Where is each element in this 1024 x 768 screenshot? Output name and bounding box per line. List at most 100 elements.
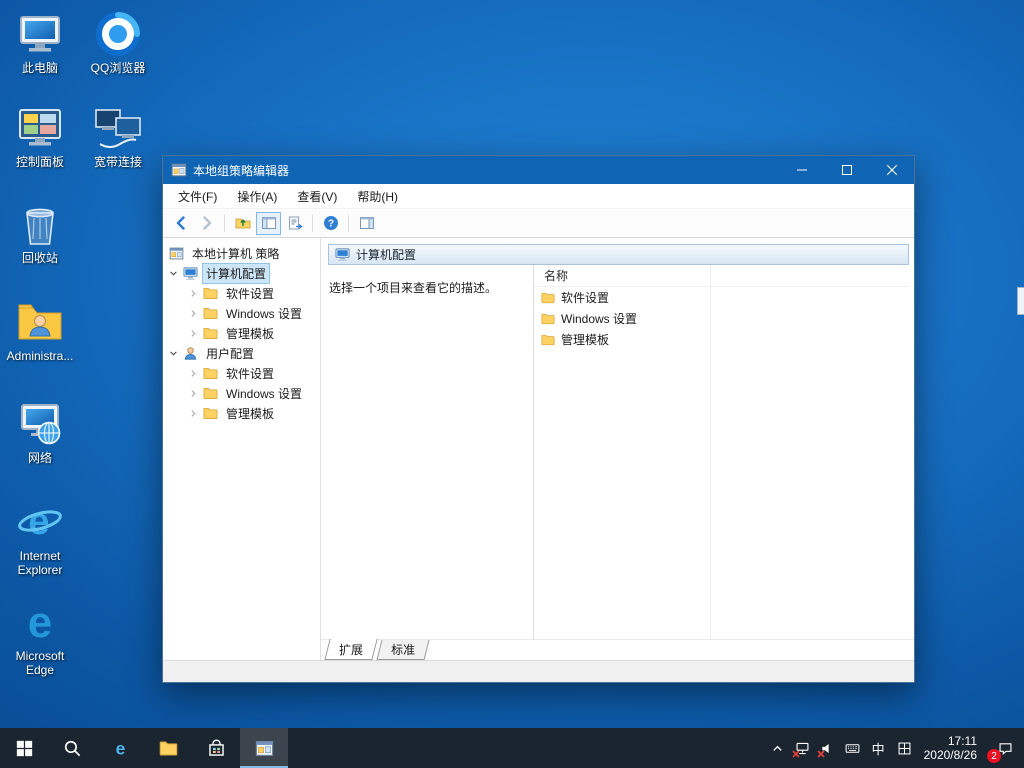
list-item-windows-settings[interactable]: Windows 设置	[534, 308, 909, 329]
hidden-icons-button[interactable]	[765, 728, 790, 768]
folder-icon	[541, 312, 555, 326]
edge-icon	[16, 598, 64, 646]
minimize-button[interactable]	[779, 156, 824, 184]
desktop-icon-network[interactable]: 网络	[2, 400, 78, 465]
user-folder-icon	[16, 298, 64, 346]
gpedit-app-icon	[171, 162, 187, 178]
folder-icon	[203, 386, 218, 401]
taskbar-file-explorer-button[interactable]	[144, 728, 192, 768]
desktop-icon-control-panel[interactable]: 控制面板	[2, 104, 78, 169]
items-list: 名称 软件设置 Windows 设置 管理模板	[534, 265, 909, 639]
desktop-icon-label: Administra...	[2, 349, 78, 363]
up-level-button[interactable]	[230, 212, 255, 235]
search-icon	[63, 739, 82, 758]
desktop-icon-this-pc[interactable]: 此电脑	[2, 10, 78, 75]
computer-config-icon	[183, 266, 198, 281]
network-icon	[16, 400, 64, 448]
tray-volume-button[interactable]	[815, 728, 840, 768]
tree-item-user-windows-settings[interactable]: Windows 设置	[163, 383, 320, 403]
tree-item-software-settings[interactable]: 软件设置	[163, 283, 320, 303]
tree-item-label: Windows 设置	[222, 303, 306, 324]
desktop-icon-qq-browser[interactable]: QQ浏览器	[80, 10, 156, 75]
result-pane: 计算机配置 选择一个项目来查看它的描述。 名称 软件设置	[321, 238, 914, 660]
chevron-right-icon[interactable]	[187, 387, 200, 400]
tab-standard[interactable]: 标准	[377, 640, 430, 660]
desktop-icon-recycle-bin[interactable]: 回收站	[2, 200, 78, 265]
close-button[interactable]	[869, 156, 914, 184]
ime-mode-indicator[interactable]: 中	[865, 728, 892, 768]
folder-icon	[203, 286, 218, 301]
tree-item-user-config[interactable]: 用户配置	[163, 343, 320, 363]
help-button[interactable]	[318, 212, 343, 235]
show-console-tree-button[interactable]	[256, 212, 281, 235]
taskbar-search-button[interactable]	[48, 728, 96, 768]
tree-item-computer-config[interactable]: 计算机配置	[163, 263, 320, 283]
keyboard-icon	[845, 741, 860, 756]
this-pc-icon	[16, 10, 64, 58]
export-list-button[interactable]	[282, 212, 307, 235]
help-icon	[323, 215, 339, 231]
tree-item-windows-settings[interactable]: Windows 设置	[163, 303, 320, 323]
console-root-icon	[169, 246, 184, 261]
list-item-software-settings[interactable]: 软件设置	[534, 287, 909, 308]
taskbar-gpedit-button[interactable]	[240, 728, 288, 768]
folder-icon	[203, 366, 218, 381]
taskbar-clock[interactable]: 17:11 2020/8/26	[917, 734, 986, 762]
folder-icon	[159, 739, 178, 758]
ime-toolbar-button[interactable]	[892, 728, 917, 768]
disconnected-x-icon	[792, 750, 800, 758]
tray-network-button[interactable]	[790, 728, 815, 768]
list-item-label: 软件设置	[561, 289, 609, 306]
chevron-right-icon[interactable]	[187, 307, 200, 320]
show-action-pane-button[interactable]	[354, 212, 379, 235]
forward-button[interactable]	[194, 212, 219, 235]
desktop-icon-administrator-folder[interactable]: Administra...	[2, 298, 78, 363]
tree-item-local-computer-policy[interactable]: 本地计算机 策略	[163, 243, 320, 263]
touch-keyboard-button[interactable]	[840, 728, 865, 768]
result-pane-content: 选择一个项目来查看它的描述。 名称 软件设置 Windows 设置	[328, 265, 909, 639]
back-button[interactable]	[168, 212, 193, 235]
taskbar-store-button[interactable]	[192, 728, 240, 768]
desktop-icon-label: 此电脑	[2, 61, 78, 75]
desktop-icon-broadband[interactable]: 宽带连接	[80, 104, 156, 169]
menu-bar: 文件(F) 操作(A) 查看(V) 帮助(H)	[163, 184, 914, 209]
tree-item-label: 计算机配置	[202, 263, 270, 284]
folder-icon	[203, 406, 218, 421]
chevron-right-icon[interactable]	[187, 287, 200, 300]
maximize-button[interactable]	[824, 156, 869, 184]
desktop-icon-microsoft-edge[interactable]: Microsoft Edge	[2, 598, 78, 677]
tree-item-user-admin-templates[interactable]: 管理模板	[163, 403, 320, 423]
chevron-down-icon[interactable]	[167, 267, 180, 280]
muted-x-icon	[817, 750, 825, 758]
taskbar-edge-button[interactable]	[96, 728, 144, 768]
menu-view[interactable]: 查看(V)	[287, 185, 347, 208]
grid-icon	[897, 741, 912, 756]
chevron-right-icon[interactable]	[187, 367, 200, 380]
chevron-right-icon[interactable]	[187, 407, 200, 420]
menu-file[interactable]: 文件(F)	[168, 185, 227, 208]
tree-item-label: 管理模板	[222, 403, 278, 424]
tree-item-admin-templates[interactable]: 管理模板	[163, 323, 320, 343]
notification-center-button[interactable]: 2	[986, 728, 1024, 768]
tree-item-user-software-settings[interactable]: 软件设置	[163, 363, 320, 383]
menu-help[interactable]: 帮助(H)	[347, 185, 408, 208]
name-column-header[interactable]: 名称	[534, 265, 909, 287]
start-button[interactable]	[0, 728, 48, 768]
tree-item-label: 软件设置	[222, 363, 278, 384]
broadband-icon	[94, 104, 142, 152]
chevron-down-icon[interactable]	[167, 347, 180, 360]
window-titlebar[interactable]: 本地组策略编辑器	[163, 156, 914, 184]
notification-badge: 2	[987, 749, 1001, 763]
desktop-icon-internet-explorer[interactable]: Internet Explorer	[2, 498, 78, 577]
maximize-icon	[842, 165, 852, 175]
folder-icon	[203, 326, 218, 341]
taskbar-apps	[0, 728, 288, 768]
list-item-label: Windows 设置	[561, 310, 637, 327]
computer-config-icon	[335, 247, 350, 262]
window-title: 本地组策略编辑器	[193, 162, 779, 179]
tab-extended[interactable]: 扩展	[324, 639, 377, 660]
description-hint: 选择一个项目来查看它的描述。	[329, 281, 497, 295]
list-item-admin-templates[interactable]: 管理模板	[534, 329, 909, 350]
chevron-right-icon[interactable]	[187, 327, 200, 340]
menu-action[interactable]: 操作(A)	[227, 185, 287, 208]
